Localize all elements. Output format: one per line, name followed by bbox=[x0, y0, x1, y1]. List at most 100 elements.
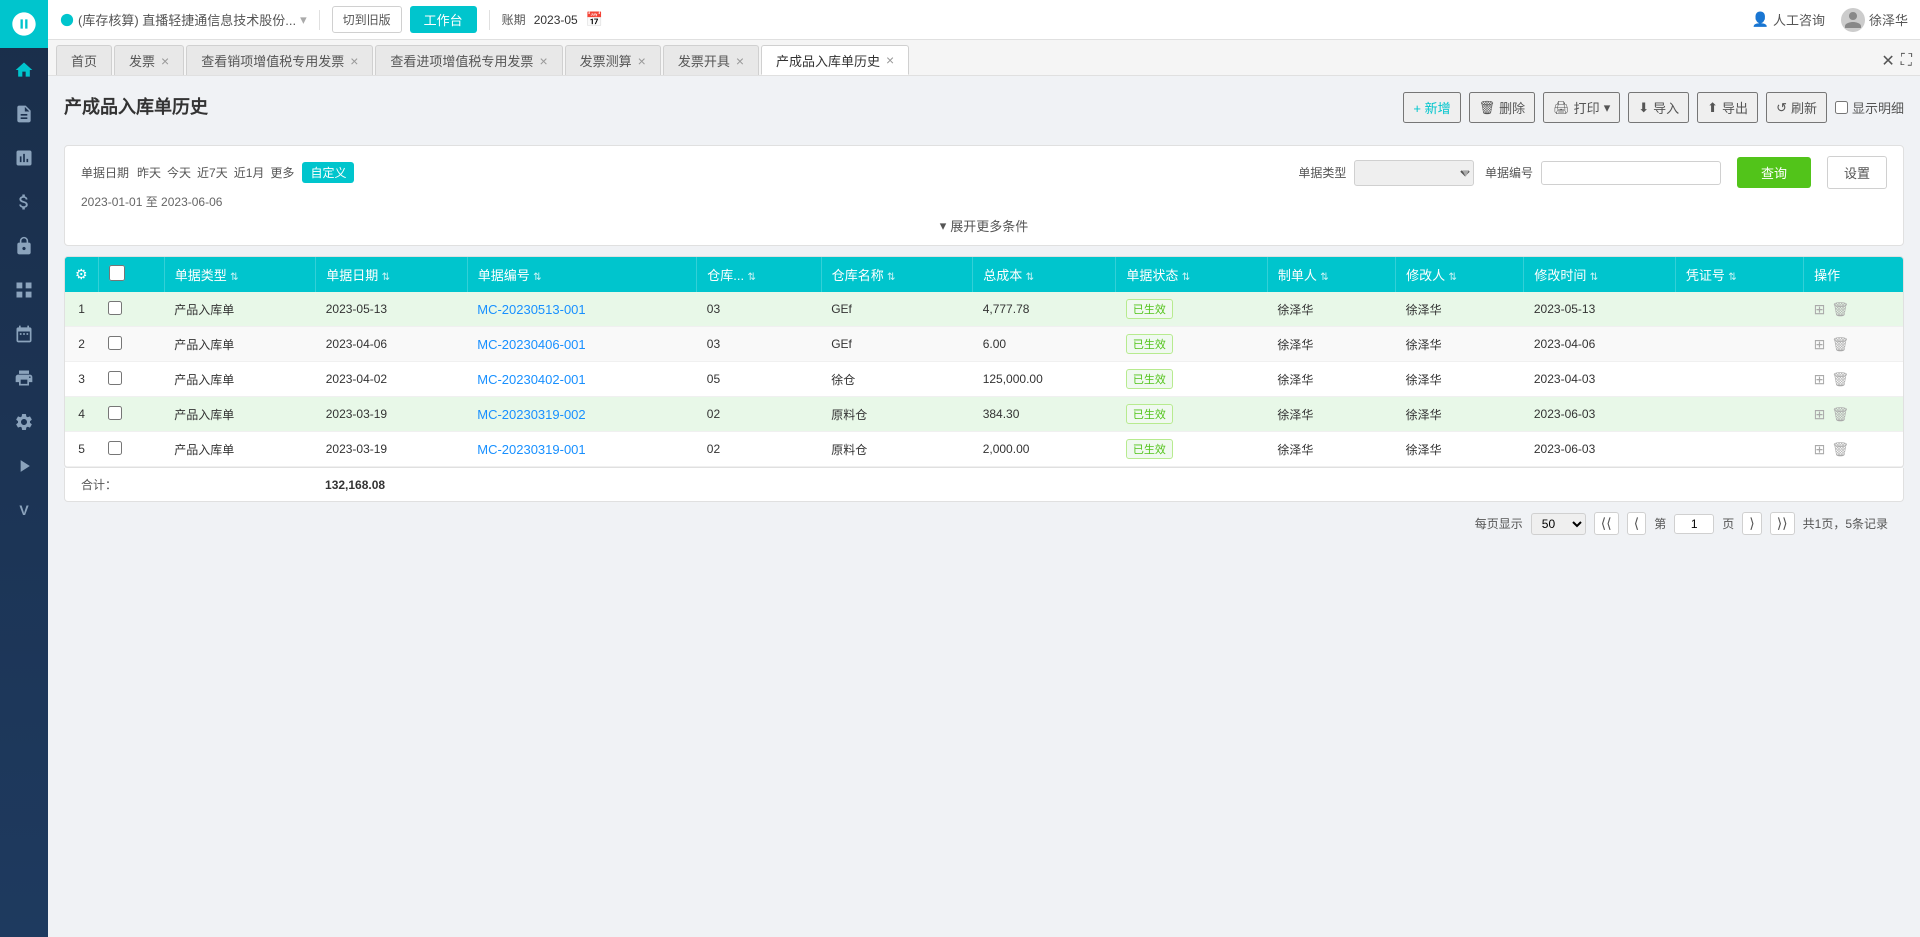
row-actions: ⊞ 🗑 bbox=[1804, 327, 1903, 362]
delete-icon[interactable]: 🗑 bbox=[1831, 371, 1849, 388]
query-button[interactable]: 查询 bbox=[1737, 157, 1811, 188]
col-number[interactable]: 单据编号 ⇅ bbox=[467, 257, 697, 292]
row-checkbox[interactable] bbox=[108, 406, 122, 420]
edit-icon[interactable]: ⊞ bbox=[1814, 441, 1826, 458]
per-page-select[interactable]: 20 50 100 bbox=[1531, 513, 1586, 535]
delete-icon[interactable]: 🗑 bbox=[1831, 336, 1849, 353]
col-modify-time[interactable]: 修改时间 ⇅ bbox=[1524, 257, 1676, 292]
sidebar-item-analytics[interactable] bbox=[0, 136, 48, 180]
row-number-link[interactable]: MC-20230513-001 bbox=[477, 302, 585, 317]
import-button[interactable]: ⬇ 导入 bbox=[1628, 92, 1689, 123]
add-button[interactable]: + 新增 bbox=[1403, 92, 1460, 123]
show-detail-input[interactable] bbox=[1835, 101, 1848, 114]
row-number-link[interactable]: MC-20230402-001 bbox=[477, 372, 585, 387]
delete-button[interactable]: 🗑 删除 bbox=[1469, 92, 1536, 123]
shortcut-1month[interactable]: 近1月 bbox=[234, 164, 265, 181]
sidebar-item-lock[interactable] bbox=[0, 224, 48, 268]
close-all-icon[interactable]: ✕ bbox=[1881, 51, 1894, 71]
refresh-button[interactable]: ↺ 刷新 bbox=[1766, 92, 1827, 123]
sidebar-item-settings[interactable] bbox=[0, 400, 48, 444]
sidebar-item-finance[interactable] bbox=[0, 180, 48, 224]
col-date[interactable]: 单据日期 ⇅ bbox=[316, 257, 468, 292]
edit-icon[interactable]: ⊞ bbox=[1814, 336, 1826, 353]
sidebar-item-version[interactable]: V bbox=[0, 488, 48, 532]
workbench-button[interactable]: 工作台 bbox=[410, 6, 477, 33]
select-all-col[interactable] bbox=[98, 257, 164, 292]
edit-icon[interactable]: ⊞ bbox=[1814, 371, 1826, 388]
tab-home[interactable]: 首页 bbox=[56, 45, 112, 75]
delete-icon[interactable]: 🗑 bbox=[1831, 441, 1849, 458]
settings-col-header[interactable]: ⚙ bbox=[65, 257, 98, 292]
service-button[interactable]: 👤 人工咨询 bbox=[1752, 10, 1825, 29]
col-status[interactable]: 单据状态 ⇅ bbox=[1116, 257, 1268, 292]
row-number-link[interactable]: MC-20230406-001 bbox=[477, 337, 585, 352]
switch-button[interactable]: 切到旧版 bbox=[332, 6, 402, 33]
row-checkbox[interactable] bbox=[108, 371, 122, 385]
custom-date-button[interactable]: 自定义 bbox=[302, 162, 354, 183]
tab-invoice[interactable]: 发票 × bbox=[114, 45, 184, 75]
next-page-button[interactable]: ⟩ bbox=[1742, 512, 1761, 535]
tab-invoice-close[interactable]: × bbox=[161, 54, 169, 68]
prev-page-button[interactable]: ⟨ bbox=[1627, 512, 1646, 535]
shortcut-today[interactable]: 今天 bbox=[167, 164, 191, 181]
user-menu[interactable]: 徐泽华 bbox=[1841, 8, 1908, 32]
tab-history[interactable]: 产成品入库单历史 × bbox=[761, 45, 909, 75]
sidebar-item-documents[interactable] bbox=[0, 92, 48, 136]
setting-button[interactable]: 设置 bbox=[1827, 156, 1887, 189]
maximize-icon[interactable]: ⛶ bbox=[1901, 52, 1912, 70]
type-filter-select[interactable]: 产品入库单 bbox=[1354, 160, 1474, 186]
shortcut-yesterday[interactable]: 昨天 bbox=[137, 164, 161, 181]
tab-purchase-invoice[interactable]: 查看进项增值税专用发票 × bbox=[375, 45, 562, 75]
sidebar-item-home[interactable] bbox=[0, 48, 48, 92]
print-button[interactable]: 🖨 打印 ▾ bbox=[1543, 92, 1620, 123]
sidebar-item-print[interactable] bbox=[0, 356, 48, 400]
col-voucher[interactable]: 凭证号 ⇅ bbox=[1675, 257, 1803, 292]
edit-icon[interactable]: ⊞ bbox=[1814, 301, 1826, 318]
row-checkbox[interactable] bbox=[108, 336, 122, 350]
col-type[interactable]: 单据类型 ⇅ bbox=[164, 257, 316, 292]
row-checkbox[interactable] bbox=[108, 301, 122, 315]
page-input[interactable] bbox=[1674, 514, 1714, 534]
delete-icon[interactable]: 🗑 bbox=[1831, 406, 1849, 423]
column-settings-icon[interactable]: ⚙ bbox=[75, 266, 88, 282]
calendar-icon[interactable]: 📅 bbox=[586, 11, 603, 28]
tab-history-close[interactable]: × bbox=[886, 53, 894, 67]
shortcut-more[interactable]: 更多 bbox=[270, 164, 294, 181]
filter-row: 单据日期 昨天 今天 近7天 近1月 更多 自定义 单据类型 产品入库 bbox=[81, 156, 1887, 189]
tab-calc-close[interactable]: × bbox=[638, 54, 646, 68]
col-warehouse-code[interactable]: 仓库... ⇅ bbox=[697, 257, 821, 292]
sidebar-item-report[interactable] bbox=[0, 312, 48, 356]
row-number: MC-20230402-001 bbox=[467, 362, 697, 397]
tab-sales-close[interactable]: × bbox=[350, 54, 358, 68]
delete-icon[interactable]: 🗑 bbox=[1831, 301, 1849, 318]
row-modifier: 徐泽华 bbox=[1396, 292, 1524, 327]
tab-calc[interactable]: 发票测算 × bbox=[565, 45, 661, 75]
number-filter-input[interactable] bbox=[1541, 161, 1721, 185]
first-page-button[interactable]: ⟨⟨ bbox=[1594, 512, 1619, 535]
row-number-link[interactable]: MC-20230319-001 bbox=[477, 442, 585, 457]
expand-button[interactable]: ▾ 展开更多条件 bbox=[940, 216, 1029, 235]
tab-issue[interactable]: 发票开具 × bbox=[663, 45, 759, 75]
row-actions: ⊞ 🗑 bbox=[1804, 432, 1903, 467]
col-warehouse-name-sort: ⇅ bbox=[887, 272, 895, 283]
sidebar-item-play[interactable] bbox=[0, 444, 48, 488]
col-creator[interactable]: 制单人 ⇅ bbox=[1267, 257, 1395, 292]
col-total-cost[interactable]: 总成本 ⇅ bbox=[973, 257, 1116, 292]
row-checkbox-cell bbox=[98, 292, 164, 327]
tab-purchase-close[interactable]: × bbox=[539, 54, 547, 68]
row-checkbox[interactable] bbox=[108, 441, 122, 455]
topbar: (库存核算) 直播轻捷通信息技术股份... ▾ 切到旧版 工作台 账期 2023… bbox=[48, 0, 1920, 40]
col-modifier[interactable]: 修改人 ⇅ bbox=[1396, 257, 1524, 292]
tab-sales-invoice[interactable]: 查看销项增值税专用发票 × bbox=[186, 45, 373, 75]
col-warehouse-name[interactable]: 仓库名称 ⇅ bbox=[821, 257, 973, 292]
sidebar-item-grid[interactable] bbox=[0, 268, 48, 312]
shortcut-7days[interactable]: 近7天 bbox=[197, 164, 228, 181]
export-button[interactable]: ⬆ 导出 bbox=[1697, 92, 1758, 123]
row-number-link[interactable]: MC-20230319-002 bbox=[477, 407, 585, 422]
edit-icon[interactable]: ⊞ bbox=[1814, 406, 1826, 423]
last-page-button[interactable]: ⟩⟩ bbox=[1770, 512, 1795, 535]
select-all-checkbox[interactable] bbox=[109, 265, 125, 281]
show-detail-checkbox[interactable]: 显示明细 bbox=[1835, 98, 1904, 117]
tab-issue-close[interactable]: × bbox=[736, 54, 744, 68]
brand-dropdown-icon[interactable]: ▾ bbox=[300, 12, 307, 28]
